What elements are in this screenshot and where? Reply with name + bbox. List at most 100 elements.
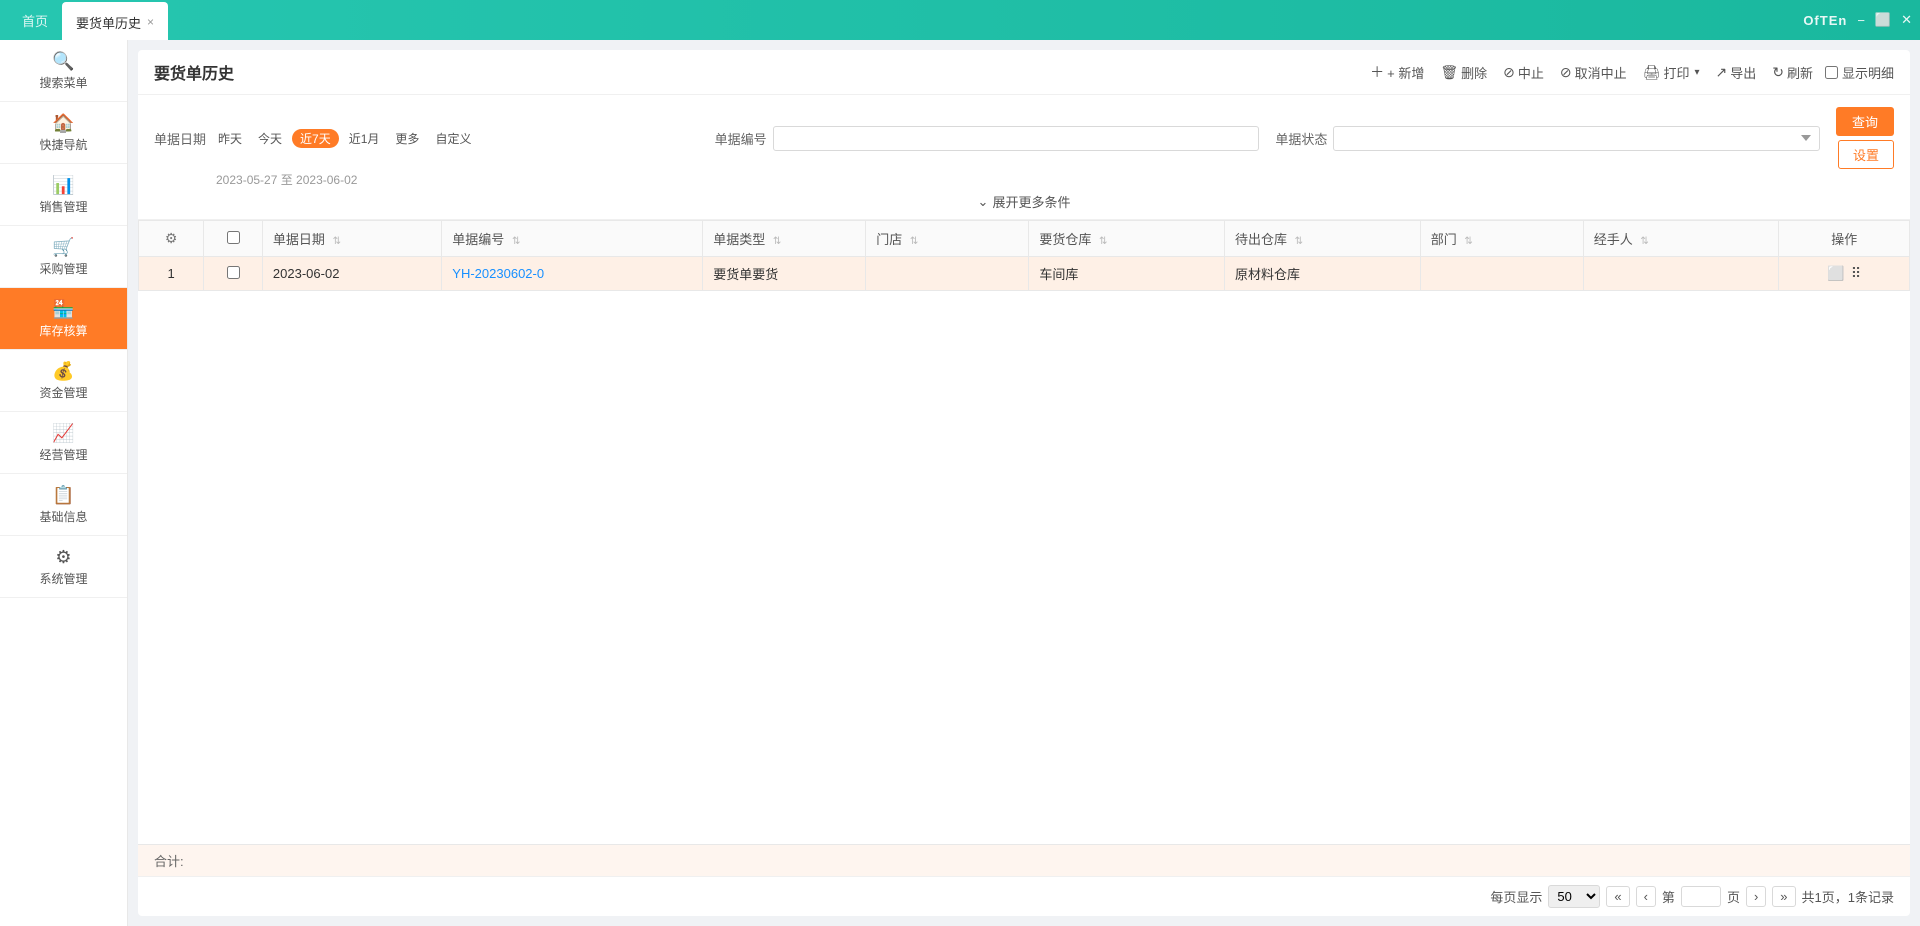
sidebar-item-label: 采购管理 (39, 260, 87, 277)
sort-dept-icon[interactable]: ⇅ (1464, 236, 1472, 247)
date-filter-group: 单据日期 昨天 今天 近7天 近1月 更多 自定义 (154, 129, 699, 148)
stop-button[interactable]: ⊘ 中止 (1499, 63, 1548, 82)
basic-info-icon: 📋 (52, 486, 74, 504)
per-page-select[interactable]: 50 10 20 100 (1548, 885, 1600, 908)
sort-docno-icon[interactable]: ⇅ (512, 236, 520, 247)
status-filter-label: 单据状态 (1275, 129, 1327, 148)
th-op: 操作 (1779, 221, 1910, 257)
table-area: ⚙ 单据日期 ⇅ 单据编号 ⇅ (138, 220, 1910, 844)
sidebar-item-label: 销售管理 (39, 198, 87, 215)
export-icon: ↗ (1715, 64, 1727, 81)
maximize-btn[interactable]: ⬜ (1875, 12, 1891, 28)
minimize-btn[interactable]: − (1857, 13, 1865, 28)
page-number-input[interactable]: 1 (1681, 886, 1721, 907)
window-controls: OfTEn − ⬜ ✕ (1803, 12, 1912, 28)
date-filter-label: 单据日期 (154, 129, 206, 148)
new-button[interactable]: ＋ + 新增 (1366, 62, 1428, 82)
sort-date-icon[interactable]: ⇅ (333, 236, 341, 247)
filter-row-1: 单据日期 昨天 今天 近7天 近1月 更多 自定义 单据编号 (154, 107, 1894, 169)
sort-req-wh-icon[interactable]: ⇅ (1099, 236, 1107, 247)
sidebar-item-sales[interactable]: 📊 销售管理 (0, 164, 127, 226)
tab-close-icon[interactable]: × (147, 15, 154, 29)
th-docno: 单据编号 ⇅ (442, 221, 703, 257)
sort-type-icon[interactable]: ⇅ (773, 236, 781, 247)
sidebar-item-label: 系统管理 (39, 570, 87, 587)
sidebar-item-operation[interactable]: 📈 经营管理 (0, 412, 127, 474)
expand-more-btn[interactable]: ⌄ 展开更多条件 (154, 192, 1894, 211)
display-detail-checkbox[interactable] (1825, 66, 1838, 79)
select-all-checkbox[interactable] (227, 231, 240, 244)
sort-store-icon[interactable]: ⇅ (910, 236, 918, 247)
sidebar-item-label: 库存核算 (39, 322, 87, 339)
data-table: ⚙ 单据日期 ⇅ 单据编号 ⇅ (138, 220, 1910, 291)
total-info: 共1页，1条记录 (1802, 887, 1894, 906)
tab-home[interactable]: 首页 (8, 0, 62, 40)
custom-shortcut[interactable]: 自定义 (429, 129, 477, 148)
page-card: 要货单历史 ＋ + 新增 🗑 删除 ⊘ 中止 ⊘ (138, 50, 1910, 916)
delete-button[interactable]: 🗑 删除 (1436, 63, 1491, 82)
print-dropdown-icon[interactable]: ▾ (1694, 67, 1699, 78)
refresh-icon: ↻ (1772, 64, 1784, 81)
setting-button[interactable]: 设置 (1838, 140, 1894, 169)
goto-prefix: 第 (1662, 887, 1675, 906)
sidebar-item-purchase[interactable]: 🛒 采购管理 (0, 226, 127, 288)
last7days-shortcut[interactable]: 近7天 (292, 129, 339, 148)
docno-filter-input[interactable] (773, 126, 1260, 151)
footer-total-label: 合计: (154, 854, 184, 869)
print-icon: 🖨 (1643, 64, 1661, 81)
display-detail-toggle[interactable]: 显示明细 (1825, 63, 1894, 82)
row-checkbox[interactable] (227, 266, 240, 279)
main-layout: 🔍 搜索菜单 🏠 快捷导航 📊 销售管理 🛒 采购管理 🏪 库存核算 💰 资金管… (0, 40, 1920, 926)
next-page-btn[interactable]: › (1746, 886, 1766, 907)
sidebar-item-basic-info[interactable]: 📋 基础信息 (0, 474, 127, 536)
page-title: 要货单历史 (154, 60, 234, 84)
goto-suffix: 页 (1727, 887, 1740, 906)
yesterday-shortcut[interactable]: 昨天 (212, 129, 248, 148)
cancel-stop-button[interactable]: ⊘ 取消中止 (1556, 63, 1631, 82)
finance-icon: 💰 (52, 362, 74, 380)
home-icon: 🏠 (52, 114, 74, 132)
system-icon: ⚙ (55, 548, 71, 566)
prev-page-btn[interactable]: ‹ (1636, 886, 1656, 907)
first-page-btn[interactable]: « (1606, 886, 1629, 907)
expand-more-icon: ⌄ (978, 194, 989, 210)
sort-pending-wh-icon[interactable]: ⇅ (1295, 236, 1303, 247)
th-date: 单据日期 ⇅ (262, 221, 441, 257)
tab-requisition-history[interactable]: 要货单历史 × (62, 2, 168, 42)
date-range-display: 2023-05-27 至 2023-06-02 (216, 171, 1894, 188)
row-edit-icon[interactable]: ⬜ (1827, 265, 1844, 282)
column-setting-icon[interactable]: ⚙ (165, 230, 178, 246)
row-req-wh: 车间库 (1029, 257, 1225, 291)
export-button[interactable]: ↗ 导出 (1711, 63, 1760, 82)
th-req-wh: 要货仓库 ⇅ (1029, 221, 1225, 257)
operation-icon: 📈 (52, 424, 74, 442)
close-btn[interactable]: ✕ (1901, 12, 1912, 28)
sidebar-item-system[interactable]: ⚙ 系统管理 (0, 536, 127, 598)
sidebar: 🔍 搜索菜单 🏠 快捷导航 📊 销售管理 🛒 采购管理 🏪 库存核算 💰 资金管… (0, 40, 128, 926)
last1month-shortcut[interactable]: 近1月 (343, 129, 386, 148)
docno-filter-label: 单据编号 (715, 129, 767, 148)
status-filter-select[interactable] (1333, 126, 1820, 151)
th-dept: 部门 ⇅ (1420, 221, 1583, 257)
row-op: ⬜ ⠿ (1779, 257, 1910, 291)
sort-handler-icon[interactable]: ⇅ (1640, 236, 1648, 247)
sidebar-item-label: 基础信息 (39, 508, 87, 525)
refresh-button[interactable]: ↻ 刷新 (1768, 63, 1817, 82)
sidebar-item-inventory[interactable]: 🏪 库存核算 (0, 288, 127, 350)
th-store: 门店 ⇅ (866, 221, 1029, 257)
cancel-stop-icon: ⊘ (1560, 64, 1572, 81)
more-shortcut[interactable]: 更多 (389, 129, 425, 148)
last-page-btn[interactable]: » (1772, 886, 1795, 907)
th-check (204, 221, 263, 257)
search-menu-icon: 🔍 (52, 52, 74, 70)
th-handler: 经手人 ⇅ (1583, 221, 1779, 257)
today-shortcut[interactable]: 今天 (252, 129, 288, 148)
row-num: 1 (139, 257, 204, 291)
query-button[interactable]: 查询 (1836, 107, 1894, 136)
print-button[interactable]: 🖨 打印 ▾ (1639, 63, 1704, 82)
sidebar-item-finance[interactable]: 💰 资金管理 (0, 350, 127, 412)
sidebar-item-search-menu[interactable]: 🔍 搜索菜单 (0, 40, 127, 102)
sidebar-item-quick-nav[interactable]: 🏠 快捷导航 (0, 102, 127, 164)
row-more-icon[interactable]: ⠿ (1851, 265, 1861, 282)
docno-link[interactable]: YH-20230602-0 (452, 266, 544, 281)
